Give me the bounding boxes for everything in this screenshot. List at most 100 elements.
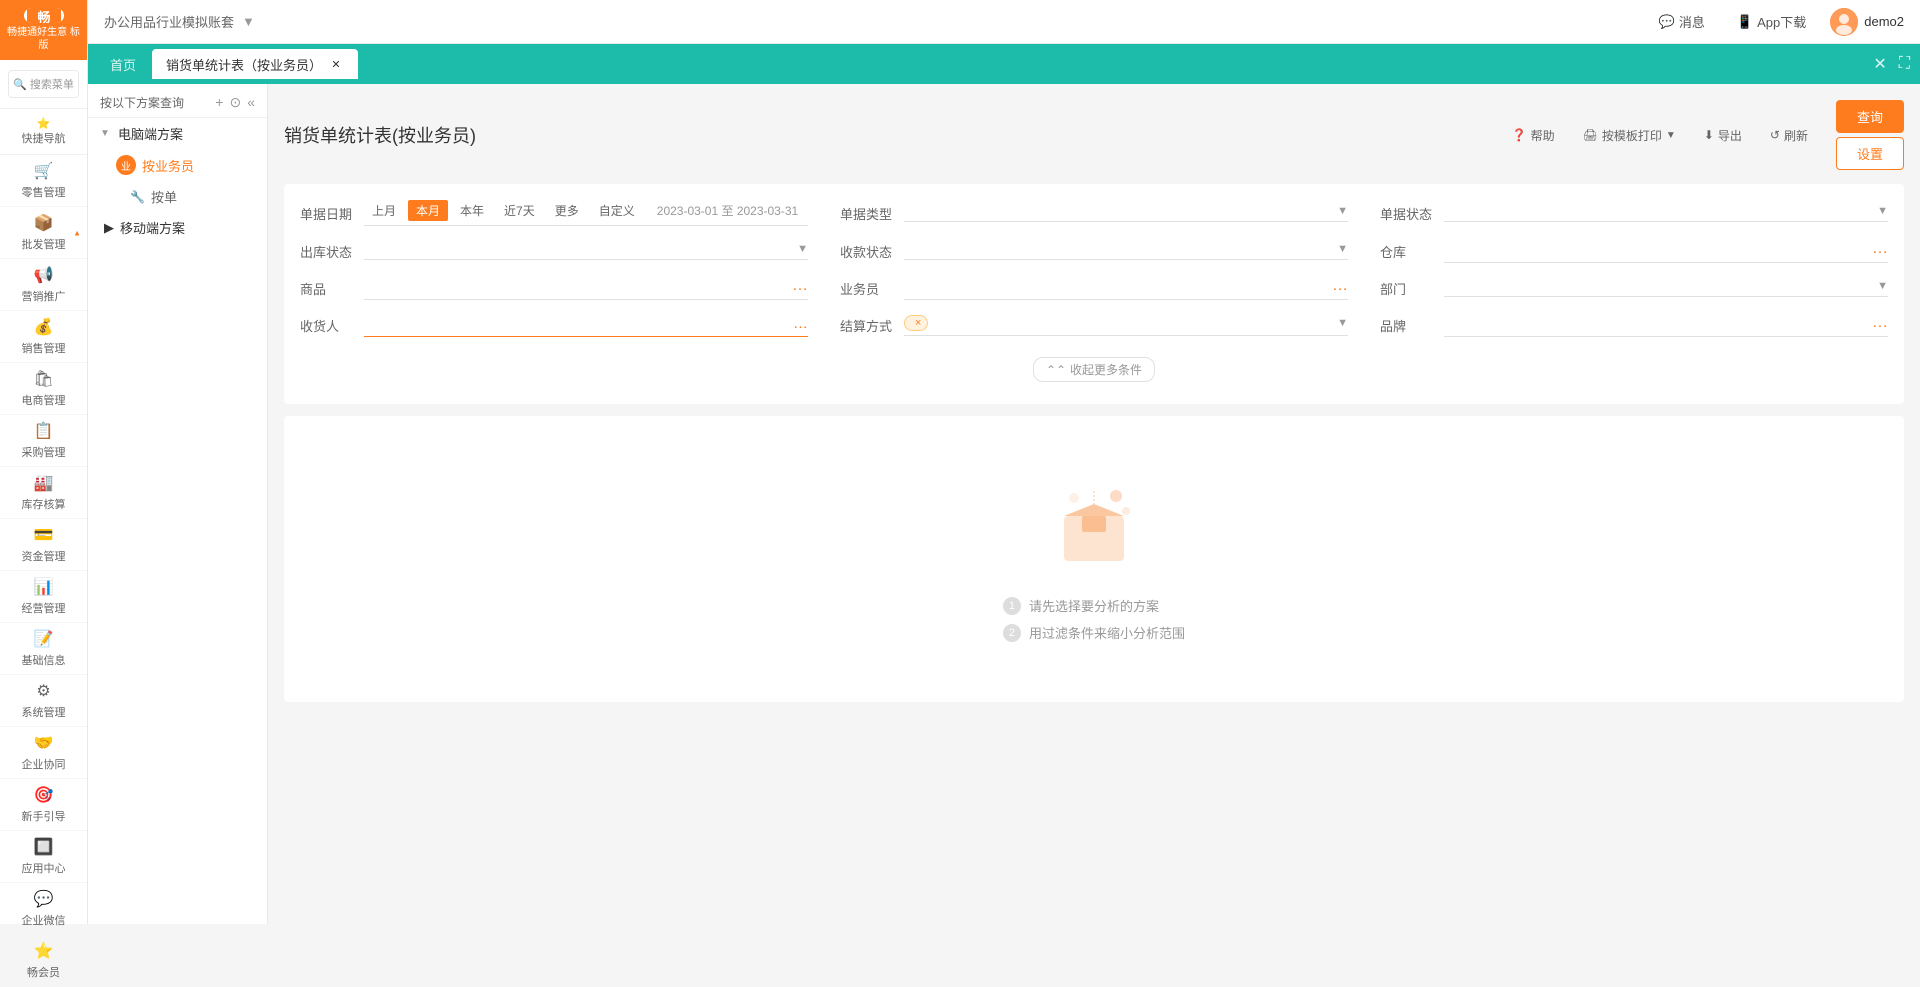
date-btn-this-year[interactable]: 本年 bbox=[452, 200, 492, 221]
date-btn-this-month[interactable]: 本月 bbox=[408, 200, 448, 221]
message-button[interactable]: 💬 消息 bbox=[1651, 8, 1713, 35]
receipt-status-label: 收款状态 bbox=[840, 242, 896, 261]
app-download-label: App下载 bbox=[1757, 12, 1806, 31]
salesman-select[interactable]: … bbox=[904, 277, 1348, 300]
date-btn-more[interactable]: 更多 bbox=[547, 200, 587, 221]
search-menu-button[interactable]: 🔍 搜索菜单 bbox=[8, 70, 79, 98]
tab-bar-actions: ✕ ⛶ bbox=[1871, 52, 1912, 76]
tab-close-icon[interactable]: ✕ bbox=[328, 56, 344, 72]
goods-dots: … bbox=[792, 277, 808, 295]
wholesale-icon: 📦 bbox=[34, 213, 54, 233]
date-btn-custom[interactable]: 自定义 bbox=[591, 200, 643, 221]
app-download-button[interactable]: 📱 App下载 bbox=[1729, 8, 1814, 35]
date-btn-last-month[interactable]: 上月 bbox=[364, 200, 404, 221]
dropdown-arrow-icon[interactable]: ▼ bbox=[242, 14, 255, 29]
by-order-icon: 🔧 bbox=[130, 190, 145, 204]
filter-dept: 部门 ▼ bbox=[1380, 279, 1888, 298]
sidebar-item-marketing[interactable]: 📢 营销推广 bbox=[0, 259, 87, 311]
doc-type-select[interactable]: ▼ bbox=[904, 205, 1348, 222]
main-content: 办公用品行业模拟账套 ▼ 💬 消息 📱 App下载 de bbox=[88, 0, 1920, 924]
query-button[interactable]: 查询 bbox=[1836, 100, 1904, 133]
avatar-img bbox=[1830, 8, 1858, 36]
quick-nav-item[interactable]: ⭐ 快捷导航 bbox=[0, 109, 87, 155]
empty-svg bbox=[1044, 476, 1144, 576]
receipt-status-arrow-icon: ▼ bbox=[1337, 243, 1348, 255]
sidebar-item-system[interactable]: ⚙ 系统管理 bbox=[0, 675, 87, 727]
filter-row-3: 商品 … 业务员 … 部门 bbox=[300, 277, 1888, 300]
tree-node-salesman-label: 按业务员 bbox=[142, 156, 194, 175]
tree-node-desktop[interactable]: ▼ 电脑端方案 bbox=[88, 118, 267, 149]
sidebar-item-member[interactable]: ⭐ 畅会员 bbox=[0, 935, 87, 987]
goods-select[interactable]: … bbox=[364, 277, 808, 300]
settings-button[interactable]: 设置 bbox=[1836, 137, 1904, 170]
sidebar-item-ecommerce[interactable]: 🛍 电商管理 bbox=[0, 363, 87, 415]
tab-report[interactable]: 销货单统计表（按业务员） ✕ bbox=[152, 49, 358, 79]
tip-num-1: 1 bbox=[1003, 597, 1021, 615]
logo[interactable]: 畅 畅捷通好生意 标版 bbox=[0, 0, 87, 60]
collapse-button[interactable]: ⌃⌃ 收起更多条件 bbox=[1033, 357, 1155, 382]
help-button[interactable]: ❓ 帮助 bbox=[1504, 123, 1563, 148]
left-panel-header: 按以下方案查询 + ⊙ « bbox=[88, 84, 267, 118]
template-print-button[interactable]: 🖨 按模板打印 ▼ bbox=[1575, 123, 1684, 148]
sidebar-item-operation[interactable]: 📊 经营管理 bbox=[0, 571, 87, 623]
filter-date: 单据日期 上月 本月 本年 近7天 更多 自定义 2023-03-01 至 20… bbox=[300, 200, 808, 226]
sidebar-item-basic[interactable]: 📝 基础信息 bbox=[0, 623, 87, 675]
sidebar-item-apps[interactable]: 🔲 应用中心 bbox=[0, 831, 87, 883]
goods-label: 商品 bbox=[300, 279, 356, 298]
tab-close-window-icon[interactable]: ✕ bbox=[1871, 52, 1888, 76]
finance-label: 资金管理 bbox=[22, 548, 66, 564]
out-status-label: 出库状态 bbox=[300, 242, 356, 261]
add-scheme-icon[interactable]: + bbox=[215, 94, 223, 111]
purchase-icon: 📋 bbox=[34, 421, 54, 441]
sidebar-item-wholesale[interactable]: 📦 批发管理 bbox=[0, 207, 87, 259]
sidebar: 畅 畅捷通好生意 标版 🔍 搜索菜单 ⭐ 快捷导航 🛒 零售管理 📦 批发管理 … bbox=[0, 0, 88, 924]
filter-consignee: 收货人 … bbox=[300, 315, 808, 337]
brand-dots: … bbox=[1872, 314, 1888, 332]
sidebar-item-retail[interactable]: 🛒 零售管理 bbox=[0, 155, 87, 207]
logo-icon: 畅 bbox=[24, 8, 64, 23]
sidebar-item-finance[interactable]: 💳 资金管理 bbox=[0, 519, 87, 571]
newbie-icon: 🎯 bbox=[34, 785, 54, 805]
doc-status-select[interactable]: ▼ bbox=[1444, 205, 1888, 222]
doc-type-label: 单据类型 bbox=[840, 204, 896, 223]
collapse-up-icon: ⌃⌃ bbox=[1046, 363, 1066, 377]
action-buttons-group: 查询 设置 bbox=[1836, 100, 1904, 170]
consignee-dots[interactable]: … bbox=[793, 315, 808, 332]
tip-text-1: 请先选择要分析的方案 bbox=[1029, 596, 1159, 615]
tree-node-mobile[interactable]: ▶ 移动端方案 bbox=[88, 212, 267, 243]
settlement-tag-close[interactable]: × bbox=[915, 317, 921, 329]
apps-label: 应用中心 bbox=[22, 860, 66, 876]
sidebar-item-wechat[interactable]: 💬 企业微信 bbox=[0, 883, 87, 935]
user-area[interactable]: demo2 bbox=[1830, 8, 1904, 36]
sidebar-item-inventory[interactable]: 🏭 库存核算 bbox=[0, 467, 87, 519]
sales-icon: 💰 bbox=[34, 317, 54, 337]
receipt-status-select[interactable]: ▼ bbox=[904, 243, 1348, 260]
consignee-input[interactable] bbox=[364, 316, 793, 331]
coop-label: 企业协同 bbox=[22, 756, 66, 772]
quick-nav-icon: ⭐ bbox=[37, 117, 51, 130]
app-icon: 📱 bbox=[1737, 14, 1753, 30]
sidebar-item-coop[interactable]: 🤝 企业协同 bbox=[0, 727, 87, 779]
sidebar-item-purchase[interactable]: 📋 采购管理 bbox=[0, 415, 87, 467]
date-btn-7days[interactable]: 近7天 bbox=[496, 200, 543, 221]
basic-label: 基础信息 bbox=[22, 652, 66, 668]
doc-type-arrow-icon: ▼ bbox=[1337, 205, 1348, 217]
edit-scheme-icon[interactable]: ⊙ bbox=[229, 94, 241, 111]
filter-card: 单据日期 上月 本月 本年 近7天 更多 自定义 2023-03-01 至 20… bbox=[284, 184, 1904, 404]
tab-maximize-icon[interactable]: ⛶ bbox=[1897, 53, 1912, 75]
brand-select[interactable]: … bbox=[1444, 314, 1888, 337]
refresh-button[interactable]: ↺ 刷新 bbox=[1762, 123, 1816, 148]
tree-node-salesman[interactable]: 业 按业务员 bbox=[88, 149, 267, 181]
tab-report-label: 销货单统计表（按业务员） bbox=[166, 55, 322, 74]
tab-home[interactable]: 首页 bbox=[96, 49, 150, 79]
collapse-panel-icon[interactable]: « bbox=[247, 94, 255, 111]
sidebar-item-sales[interactable]: 💰 销售管理 bbox=[0, 311, 87, 363]
sidebar-item-newbie[interactable]: 🎯 新手引导 bbox=[0, 779, 87, 831]
export-button[interactable]: ⬇ 导出 bbox=[1696, 123, 1750, 148]
settlement-select[interactable]: × ▼ bbox=[904, 315, 1348, 336]
tree-node-by-order[interactable]: 🔧 按单 bbox=[88, 181, 267, 212]
out-status-select[interactable]: ▼ bbox=[364, 243, 808, 260]
salesman-dots: … bbox=[1332, 277, 1348, 295]
dept-select[interactable]: ▼ bbox=[1444, 280, 1888, 297]
warehouse-select[interactable]: … bbox=[1444, 240, 1888, 263]
